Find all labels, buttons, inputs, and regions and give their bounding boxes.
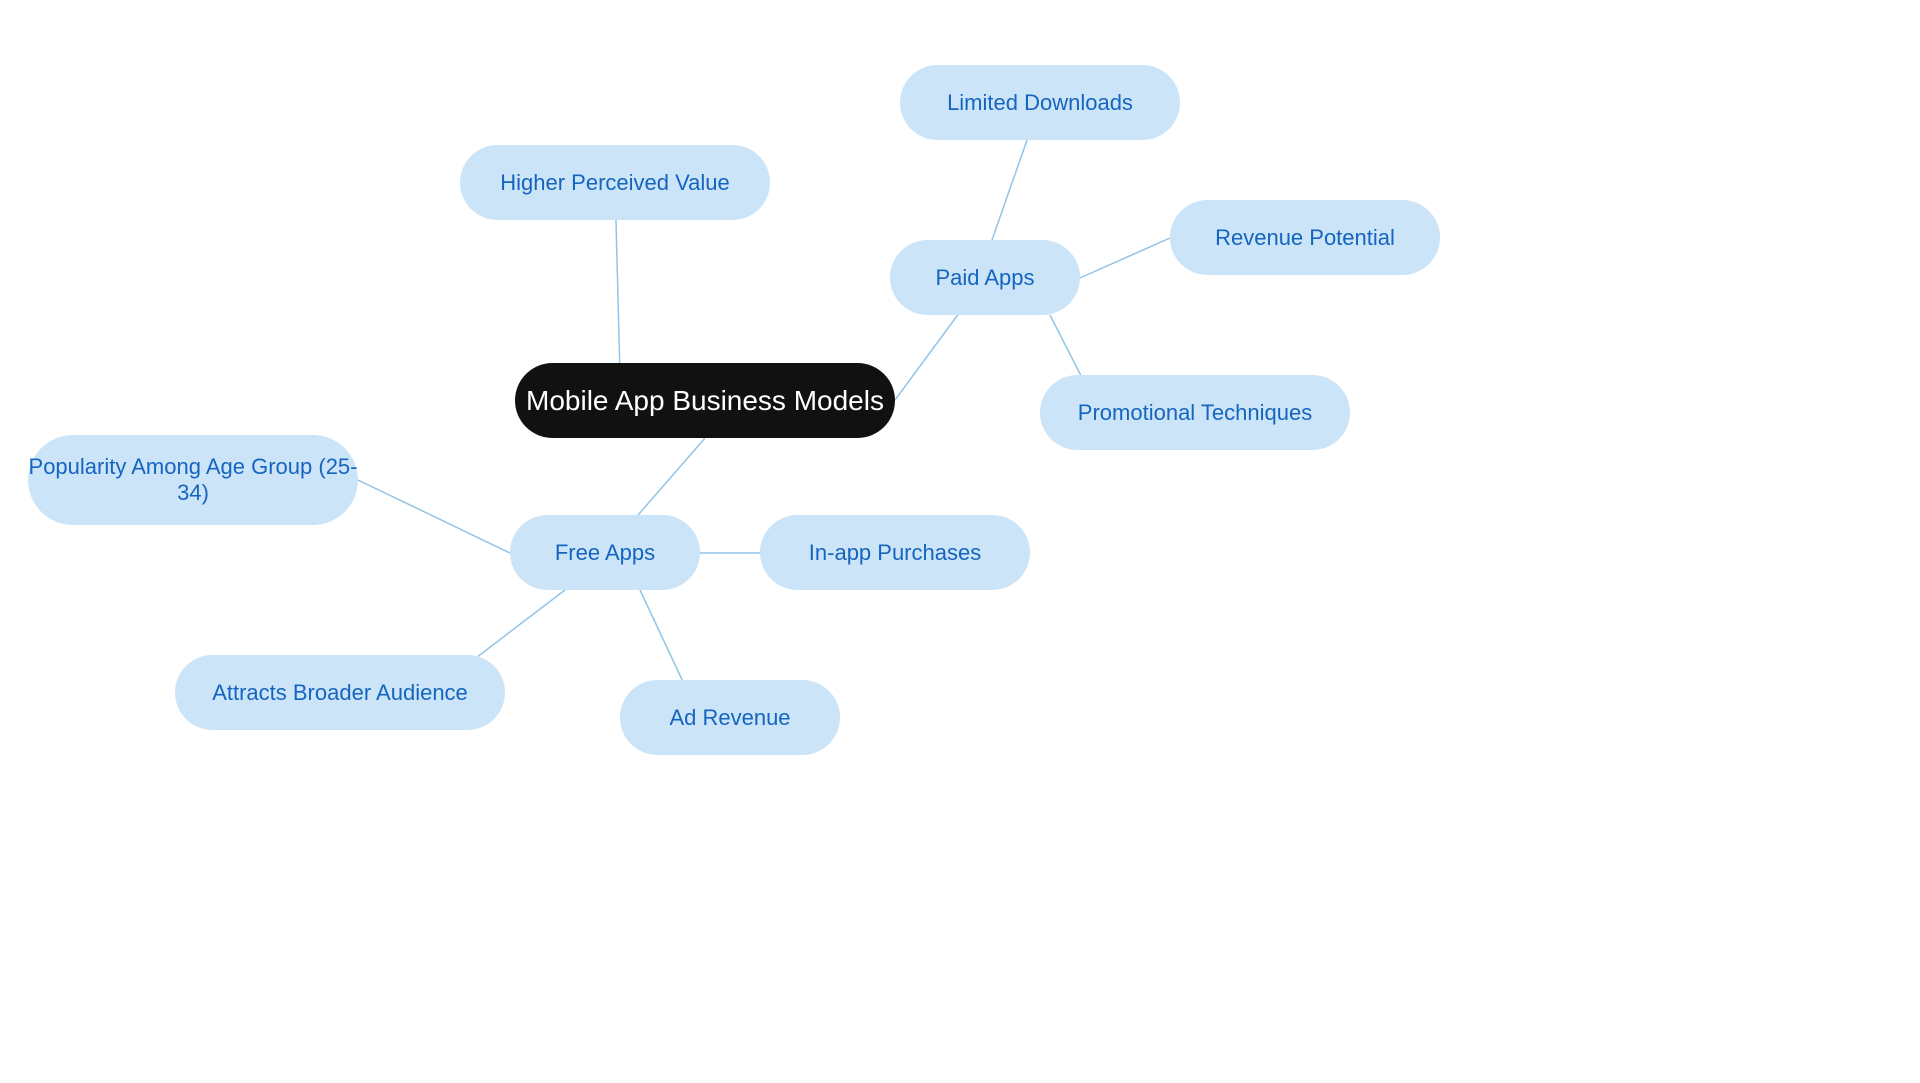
- paid-apps-node: Paid Apps: [890, 240, 1080, 315]
- popularity-age-group-label: Popularity Among Age Group (25-34): [28, 454, 358, 506]
- attracts-broader-audience-node: Attracts Broader Audience: [175, 655, 505, 730]
- limited-downloads-label: Limited Downloads: [947, 90, 1133, 116]
- ad-revenue-label: Ad Revenue: [669, 705, 790, 731]
- paid-apps-label: Paid Apps: [935, 265, 1034, 291]
- in-app-purchases-label: In-app Purchases: [809, 540, 981, 566]
- in-app-purchases-node: In-app Purchases: [760, 515, 1030, 590]
- revenue-potential-node: Revenue Potential: [1170, 200, 1440, 275]
- free-apps-label: Free Apps: [555, 540, 655, 566]
- ad-revenue-node: Ad Revenue: [620, 680, 840, 755]
- higher-perceived-value-label: Higher Perceived Value: [500, 170, 730, 196]
- center-label: Mobile App Business Models: [526, 385, 884, 417]
- limited-downloads-node: Limited Downloads: [900, 65, 1180, 140]
- popularity-age-group-node: Popularity Among Age Group (25-34): [28, 435, 358, 525]
- revenue-potential-label: Revenue Potential: [1215, 225, 1395, 251]
- free-apps-node: Free Apps: [510, 515, 700, 590]
- center-node: Mobile App Business Models: [515, 363, 895, 438]
- higher-perceived-value-node: Higher Perceived Value: [460, 145, 770, 220]
- attracts-broader-audience-label: Attracts Broader Audience: [212, 680, 468, 706]
- promotional-techniques-node: Promotional Techniques: [1040, 375, 1350, 450]
- promotional-techniques-label: Promotional Techniques: [1078, 400, 1312, 426]
